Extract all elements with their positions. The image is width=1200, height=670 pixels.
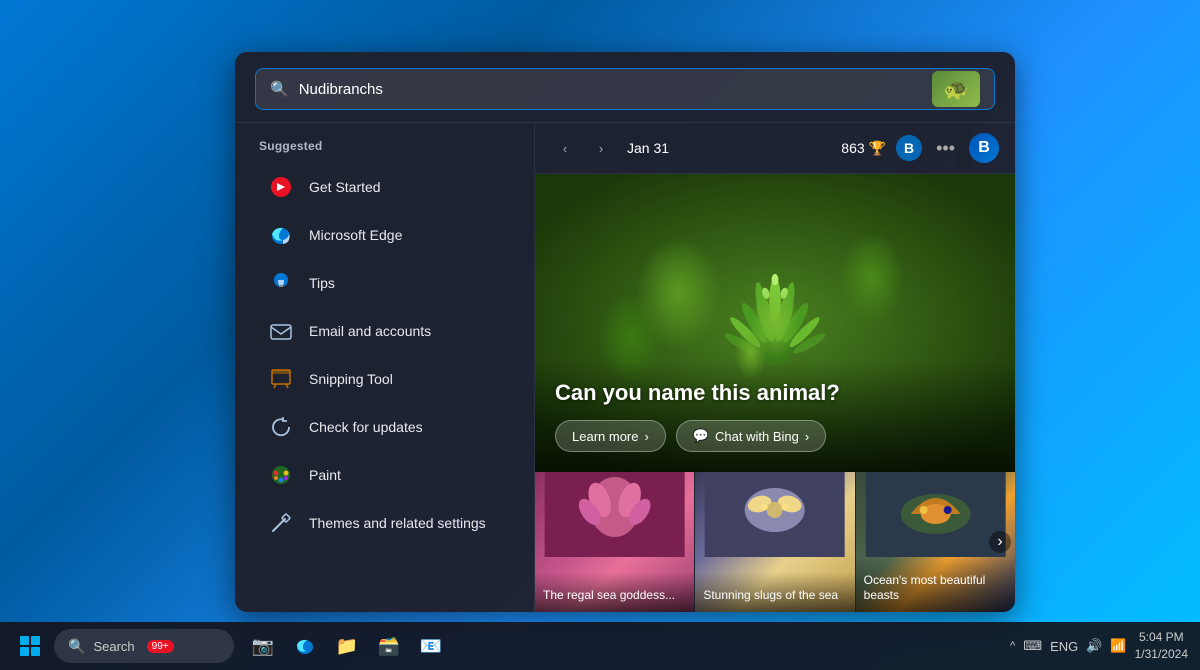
chat-bing-label: Chat with Bing: [715, 429, 799, 444]
suggested-item-paint[interactable]: Paint: [243, 451, 526, 499]
thumb-next-arrow[interactable]: ›: [989, 531, 1011, 553]
tray-keyboard[interactable]: ⌨: [1023, 638, 1042, 654]
taskbar-icon-camera[interactable]: 📷: [244, 627, 282, 665]
time-display[interactable]: 5:04 PM 1/31/2024: [1135, 629, 1188, 663]
nav-dots-button[interactable]: •••: [932, 136, 959, 161]
suggested-item-themes[interactable]: Themes and related settings: [243, 499, 526, 547]
snipping-icon: [267, 365, 295, 393]
next-icon: ›: [599, 141, 603, 156]
suggested-item-updates[interactable]: Check for updates: [243, 403, 526, 451]
nav-date: Jan 31: [627, 140, 669, 156]
edge-taskbar-icon: [294, 635, 316, 657]
paint-label: Paint: [309, 467, 341, 483]
thumb-label-1: Stunning slugs of the sea: [695, 572, 854, 612]
desktop: 🔍 Nudibranchs 🐢 Suggested Get Started: [0, 0, 1200, 670]
suggested-item-get-started[interactable]: Get Started: [243, 163, 526, 211]
taskbar-icon-browser[interactable]: [286, 627, 324, 665]
taskbar-icons: 📷 📁 🗃️ 📧: [244, 627, 450, 665]
suggested-label: Suggested: [235, 139, 534, 163]
search-ghost-thumbnail: 🐢: [932, 71, 980, 107]
tray-chevron[interactable]: ^: [1010, 640, 1015, 652]
trophy-icon: 🏆: [869, 140, 886, 157]
camera-icon: 📷: [252, 636, 274, 657]
thumb-item-2[interactable]: Ocean's most beautiful beasts ›: [855, 472, 1015, 612]
chat-icon: 💬: [693, 428, 709, 444]
bing-icon[interactable]: B: [969, 133, 999, 163]
nav-score: 863 🏆: [841, 140, 886, 157]
store-icon: 🗃️: [378, 636, 400, 657]
next-arrow[interactable]: ›: [587, 134, 615, 162]
clock-time: 5:04 PM: [1135, 629, 1188, 646]
search-panel: 🔍 Nudibranchs 🐢 Suggested Get Started: [235, 52, 1015, 612]
themes-icon: [267, 509, 295, 537]
thumb-item-0[interactable]: The regal sea goddess...: [535, 472, 694, 612]
hero-question: Can you name this animal?: [555, 380, 995, 406]
clock-date: 1/31/2024: [1135, 646, 1188, 663]
tips-icon: [267, 269, 295, 297]
taskbar-search[interactable]: 🔍 Search 99+: [54, 629, 234, 663]
taskbar-icon-mail[interactable]: 📧: [412, 627, 450, 665]
hero-text-overlay: Can you name this animal? Learn more › 💬…: [535, 360, 1015, 472]
taskbar-search-text: Search: [93, 639, 134, 654]
hero-area: Can you name this animal? Learn more › 💬…: [535, 174, 1015, 472]
taskbar-search-badge: 99+: [147, 640, 174, 653]
suggested-item-edge[interactable]: Microsoft Edge: [243, 211, 526, 259]
taskbar: 🔍 Search 99+ 📷 📁 🗃️ 📧 ^ ⌨: [0, 622, 1200, 670]
taskbar-search-icon: 🔍: [68, 638, 85, 655]
tray-lang[interactable]: ENG: [1050, 639, 1078, 654]
nav-right-area: 863 🏆 B ••• B: [841, 133, 999, 163]
themes-label: Themes and related settings: [309, 515, 486, 531]
learn-more-label: Learn more: [572, 429, 638, 444]
hero-buttons: Learn more › 💬 Chat with Bing ›: [555, 420, 995, 452]
chat-bing-button[interactable]: 💬 Chat with Bing ›: [676, 420, 826, 452]
start-button[interactable]: [12, 628, 48, 664]
taskbar-icon-store[interactable]: 🗃️: [370, 627, 408, 665]
suggested-item-snipping[interactable]: Snipping Tool: [243, 355, 526, 403]
thumb-label-2: Ocean's most beautiful beasts: [856, 557, 1015, 612]
thumb-item-1[interactable]: Stunning slugs of the sea: [694, 472, 854, 612]
prev-icon: ‹: [563, 141, 567, 156]
bing-label: B: [978, 139, 990, 157]
snipping-label: Snipping Tool: [309, 371, 393, 387]
prev-arrow[interactable]: ‹: [551, 134, 579, 162]
mail-taskbar-icon: 📧: [420, 636, 442, 657]
search-icon: 🔍: [270, 80, 289, 98]
search-input[interactable]: Nudibranchs: [299, 81, 922, 98]
folder-icon: 📁: [336, 636, 358, 657]
get-started-icon: [267, 173, 295, 201]
updates-label: Check for updates: [309, 419, 423, 435]
panel-left: Suggested Get Started Microsoft Edge: [235, 123, 535, 612]
nav-score-value: 863: [841, 140, 864, 156]
learn-more-button[interactable]: Learn more ›: [555, 420, 666, 452]
tips-label: Tips: [309, 275, 335, 291]
tray-volume[interactable]: 🔊: [1086, 638, 1102, 654]
email-label: Email and accounts: [309, 323, 431, 339]
paint-icon: [267, 461, 295, 489]
edge-label: Microsoft Edge: [309, 227, 402, 243]
search-input-wrapper[interactable]: 🔍 Nudibranchs 🐢: [255, 68, 995, 110]
panel-right: ‹ › Jan 31 863 🏆 B ••• B: [535, 123, 1015, 612]
get-started-label: Get Started: [309, 179, 381, 195]
panel-nav: ‹ › Jan 31 863 🏆 B ••• B: [535, 123, 1015, 174]
email-icon: [267, 317, 295, 345]
tray-wifi[interactable]: 📶: [1110, 638, 1126, 654]
taskbar-system-tray: ^ ⌨ ENG 🔊 📶 5:04 PM 1/31/2024: [1010, 629, 1188, 663]
panel-body: Suggested Get Started Microsoft Edge: [235, 123, 1015, 612]
learn-more-chevron: ›: [644, 429, 648, 444]
chat-bing-chevron: ›: [805, 429, 809, 444]
suggested-item-email[interactable]: Email and accounts: [243, 307, 526, 355]
thumb-label-0: The regal sea goddess...: [535, 572, 694, 612]
updates-icon: [267, 413, 295, 441]
nav-b-button[interactable]: B: [896, 135, 922, 161]
windows-logo: [19, 635, 41, 657]
taskbar-icon-folder[interactable]: 📁: [328, 627, 366, 665]
search-box-area: 🔍 Nudibranchs 🐢: [235, 52, 1015, 123]
thumb-strip: The regal sea goddess... Stunning slugs …: [535, 472, 1015, 612]
edge-icon: [267, 221, 295, 249]
suggested-item-tips[interactable]: Tips: [243, 259, 526, 307]
